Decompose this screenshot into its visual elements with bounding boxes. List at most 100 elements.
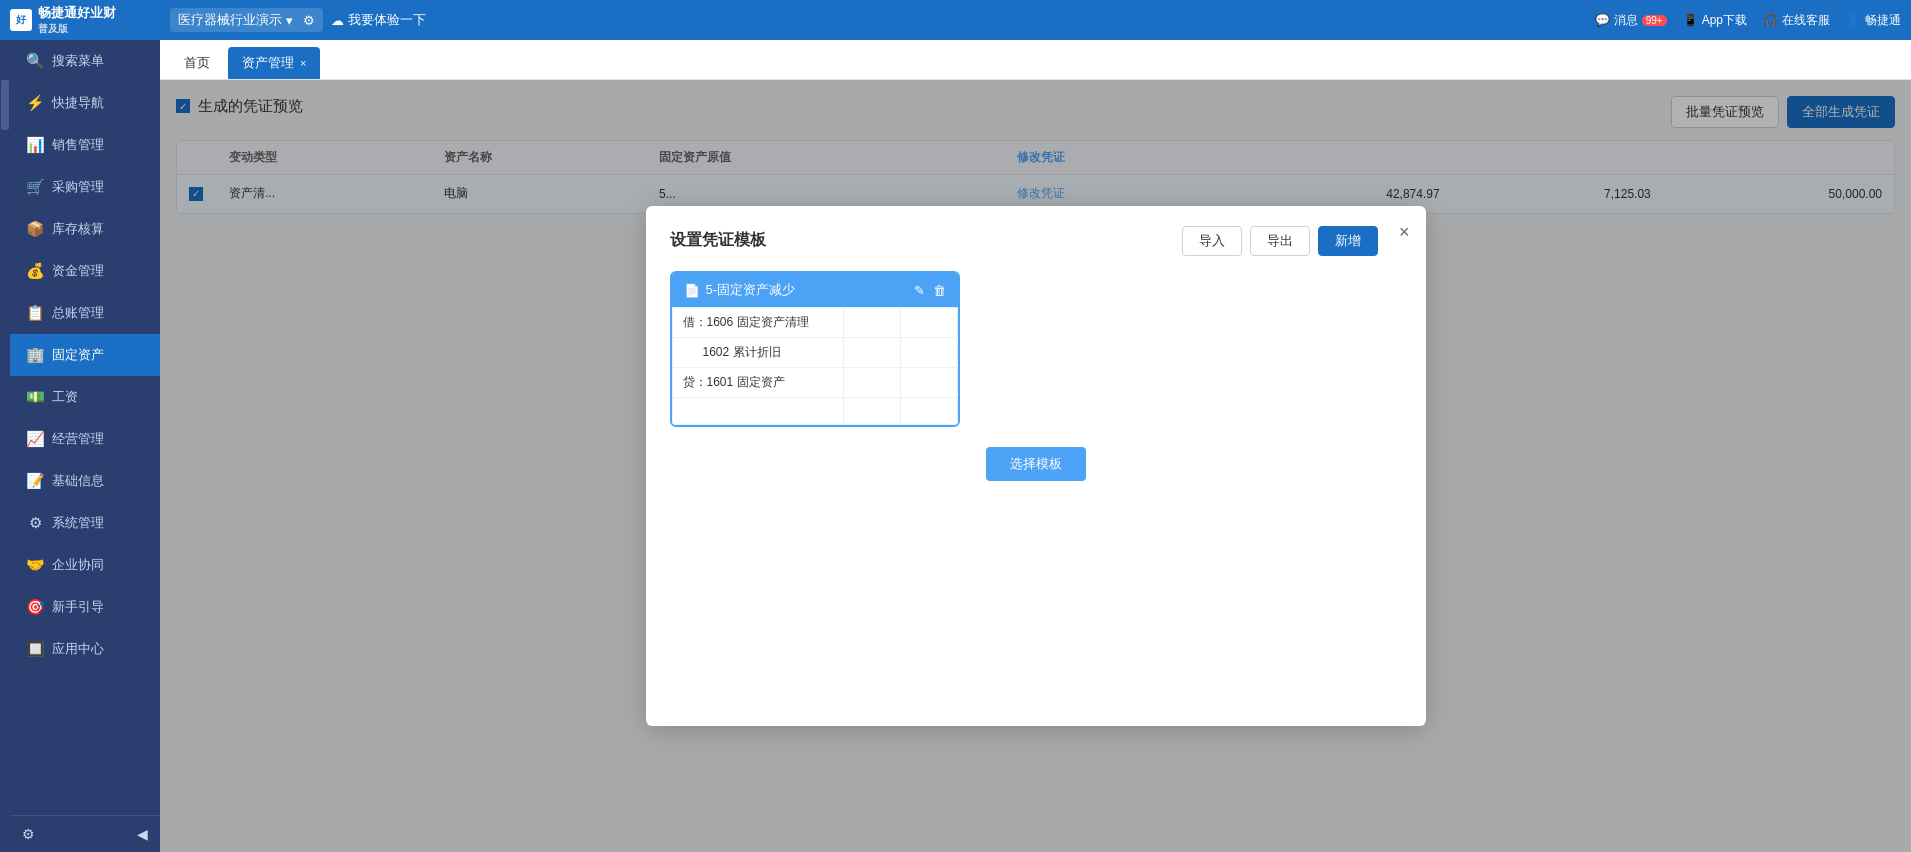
template-card-actions: ✎ 🗑 <box>914 283 946 298</box>
sidebar-item-inventory[interactable]: 📦 库存核算 <box>10 208 160 250</box>
sidebar-scroll-area <box>0 40 10 852</box>
sidebar-item-label: 搜索菜单 <box>52 52 104 70</box>
sidebar-item-label: 采购管理 <box>52 178 104 196</box>
sidebar-item-sales[interactable]: 📊 销售管理 <box>10 124 160 166</box>
message-label: 消息 <box>1614 12 1638 29</box>
app-edition: 普及版 <box>38 22 116 36</box>
template-row-4 <box>672 398 957 425</box>
sidebar-item-label: 新手引导 <box>52 598 104 616</box>
shortcut-icon: ⚡ <box>26 94 44 112</box>
sales-icon: 📊 <box>26 136 44 154</box>
select-template-button[interactable]: 选择模板 <box>986 447 1086 481</box>
settings-icon[interactable]: ⚙ <box>22 826 35 842</box>
sidebar-item-appstore[interactable]: 🔲 应用中心 <box>10 628 160 670</box>
sidebar-item-operations[interactable]: 📈 经营管理 <box>10 418 160 460</box>
sidebar-item-ledger[interactable]: 📋 总账管理 <box>10 292 160 334</box>
template-delete-icon[interactable]: 🗑 <box>933 283 946 298</box>
experience-button[interactable]: ☁ 我要体验一下 <box>331 11 426 29</box>
ledger-icon: 📋 <box>26 304 44 322</box>
new-button[interactable]: 新增 <box>1318 226 1378 256</box>
sidebar: 🔍 搜索菜单 ⚡ 快捷导航 📊 销售管理 🛒 采购管理 📦 库存核算 💰 <box>10 40 160 852</box>
sidebar-item-enterprise[interactable]: 🤝 企业协同 <box>10 544 160 586</box>
sidebar-item-label: 总账管理 <box>52 304 104 322</box>
tab-asset-mgmt-label: 资产管理 <box>242 54 294 72</box>
template-row1-col3 <box>900 308 957 338</box>
template-row2-col2 <box>843 338 900 368</box>
template-card-header-left: 📄 5-固定资产减少 <box>684 281 796 299</box>
inventory-icon: 📦 <box>26 220 44 238</box>
service-label: 在线客服 <box>1782 12 1830 29</box>
company-selector[interactable]: 医疗器械行业演示 ▾ ⚙ <box>170 8 323 32</box>
template-row2-col3 <box>900 338 957 368</box>
export-button[interactable]: 导出 <box>1250 226 1310 256</box>
gear-icon[interactable]: ⚙ <box>303 13 315 28</box>
download-icon: 📱 <box>1683 13 1698 27</box>
sidebar-item-finance[interactable]: 💰 资金管理 <box>10 250 160 292</box>
sidebar-item-label: 资金管理 <box>52 262 104 280</box>
modal-close-button[interactable]: × <box>1399 222 1410 243</box>
sidebar-item-label: 销售管理 <box>52 136 104 154</box>
modal-set-template: 设置凭证模板 导入 导出 新增 × 📄 5-固定 <box>646 206 1426 726</box>
experience-label: 我要体验一下 <box>348 11 426 29</box>
tab-asset-mgmt[interactable]: 资产管理 × <box>228 47 320 79</box>
sidebar-item-label: 系统管理 <box>52 514 104 532</box>
template-doc-icon: 📄 <box>684 283 700 298</box>
sidebar-item-label: 工资 <box>52 388 78 406</box>
sidebar-scroll-thumb[interactable] <box>1 80 9 130</box>
message-button[interactable]: 💬 消息 99+ <box>1595 12 1667 29</box>
tab-bar: 首页 资产管理 × <box>160 40 1911 80</box>
top-bar: 好 畅捷通好业财 普及版 医疗器械行业演示 ▾ ⚙ ☁ 我要体验一下 💬 消息 … <box>0 0 1911 40</box>
tab-home-label: 首页 <box>184 54 210 72</box>
template-row3-col2 <box>843 368 900 398</box>
company-name: 医疗器械行业演示 <box>178 11 282 29</box>
template-header-label: 5-固定资产减少 <box>706 281 796 299</box>
template-row-1: 借：1606 固定资产清理 <box>672 308 957 338</box>
template-card-body: 借：1606 固定资产清理 1602 累计折旧 <box>672 307 958 425</box>
purchase-icon: 🛒 <box>26 178 44 196</box>
template-card-table: 借：1606 固定资产清理 1602 累计折旧 <box>672 307 958 425</box>
sidebar-item-shortcut[interactable]: ⚡ 快捷导航 <box>10 82 160 124</box>
page-content: ✓ 生成的凭证预览 批量凭证预览 全部生成凭证 <box>160 80 1911 852</box>
import-button[interactable]: 导入 <box>1182 226 1242 256</box>
template-row1-label: 借：1606 固定资产清理 <box>672 308 843 338</box>
sidebar-footer: ⚙ ◀ <box>10 815 160 852</box>
message-icon: 💬 <box>1595 13 1610 27</box>
enterprise-icon: 🤝 <box>26 556 44 574</box>
user-label: 畅捷通 <box>1865 12 1901 29</box>
sidebar-item-label: 企业协同 <box>52 556 104 574</box>
appstore-icon: 🔲 <box>26 640 44 658</box>
sidebar-item-label: 库存核算 <box>52 220 104 238</box>
template-edit-icon[interactable]: ✎ <box>914 283 925 298</box>
finance-icon: 💰 <box>26 262 44 280</box>
top-bar-right: 💬 消息 99+ 📱 App下载 🎧 在线客服 👤 畅捷通 <box>1595 12 1901 29</box>
sidebar-item-search[interactable]: 🔍 搜索菜单 <box>10 40 160 82</box>
user-icon: 👤 <box>1846 13 1861 27</box>
service-icon: 🎧 <box>1763 13 1778 27</box>
sidebar-item-payroll[interactable]: 💵 工资 <box>10 376 160 418</box>
collapse-icon[interactable]: ◀ <box>137 826 148 842</box>
sidebar-item-system[interactable]: ⚙ 系统管理 <box>10 502 160 544</box>
app-download-label: App下载 <box>1702 12 1747 29</box>
app-download-button[interactable]: 📱 App下载 <box>1683 12 1747 29</box>
sidebar-item-fixed-assets[interactable]: 🏢 固定资产 <box>10 334 160 376</box>
user-menu[interactable]: 👤 畅捷通 <box>1846 12 1901 29</box>
sidebar-item-basic-info[interactable]: 📝 基础信息 <box>10 460 160 502</box>
tab-close-icon[interactable]: × <box>300 57 306 69</box>
sidebar-item-label: 快捷导航 <box>52 94 104 112</box>
customer-service-button[interactable]: 🎧 在线客服 <box>1763 12 1830 29</box>
main-area: 🔍 搜索菜单 ⚡ 快捷导航 📊 销售管理 🛒 采购管理 📦 库存核算 💰 <box>0 40 1911 852</box>
sidebar-item-purchase[interactable]: 🛒 采购管理 <box>10 166 160 208</box>
tab-home[interactable]: 首页 <box>170 47 224 79</box>
search-icon: 🔍 <box>26 52 44 70</box>
template-card-header: 📄 5-固定资产减少 ✎ 🗑 <box>672 273 958 307</box>
app-name: 畅捷通好业财 <box>38 4 116 22</box>
sidebar-item-label: 应用中心 <box>52 640 104 658</box>
template-row3-label: 贷：1601 固定资产 <box>672 368 843 398</box>
modal-action-buttons: 导入 导出 新增 <box>1182 226 1378 256</box>
sidebar-item-guide[interactable]: 🎯 新手引导 <box>10 586 160 628</box>
top-bar-center: 医疗器械行业演示 ▾ ⚙ ☁ 我要体验一下 <box>150 8 1595 32</box>
template-row-2: 1602 累计折旧 <box>672 338 957 368</box>
modal-backdrop: 设置凭证模板 导入 导出 新增 × 📄 5-固定 <box>160 80 1911 852</box>
template-row4-col2 <box>843 398 900 425</box>
content-area: 首页 资产管理 × ✓ 生成的凭证预览 <box>160 40 1911 852</box>
